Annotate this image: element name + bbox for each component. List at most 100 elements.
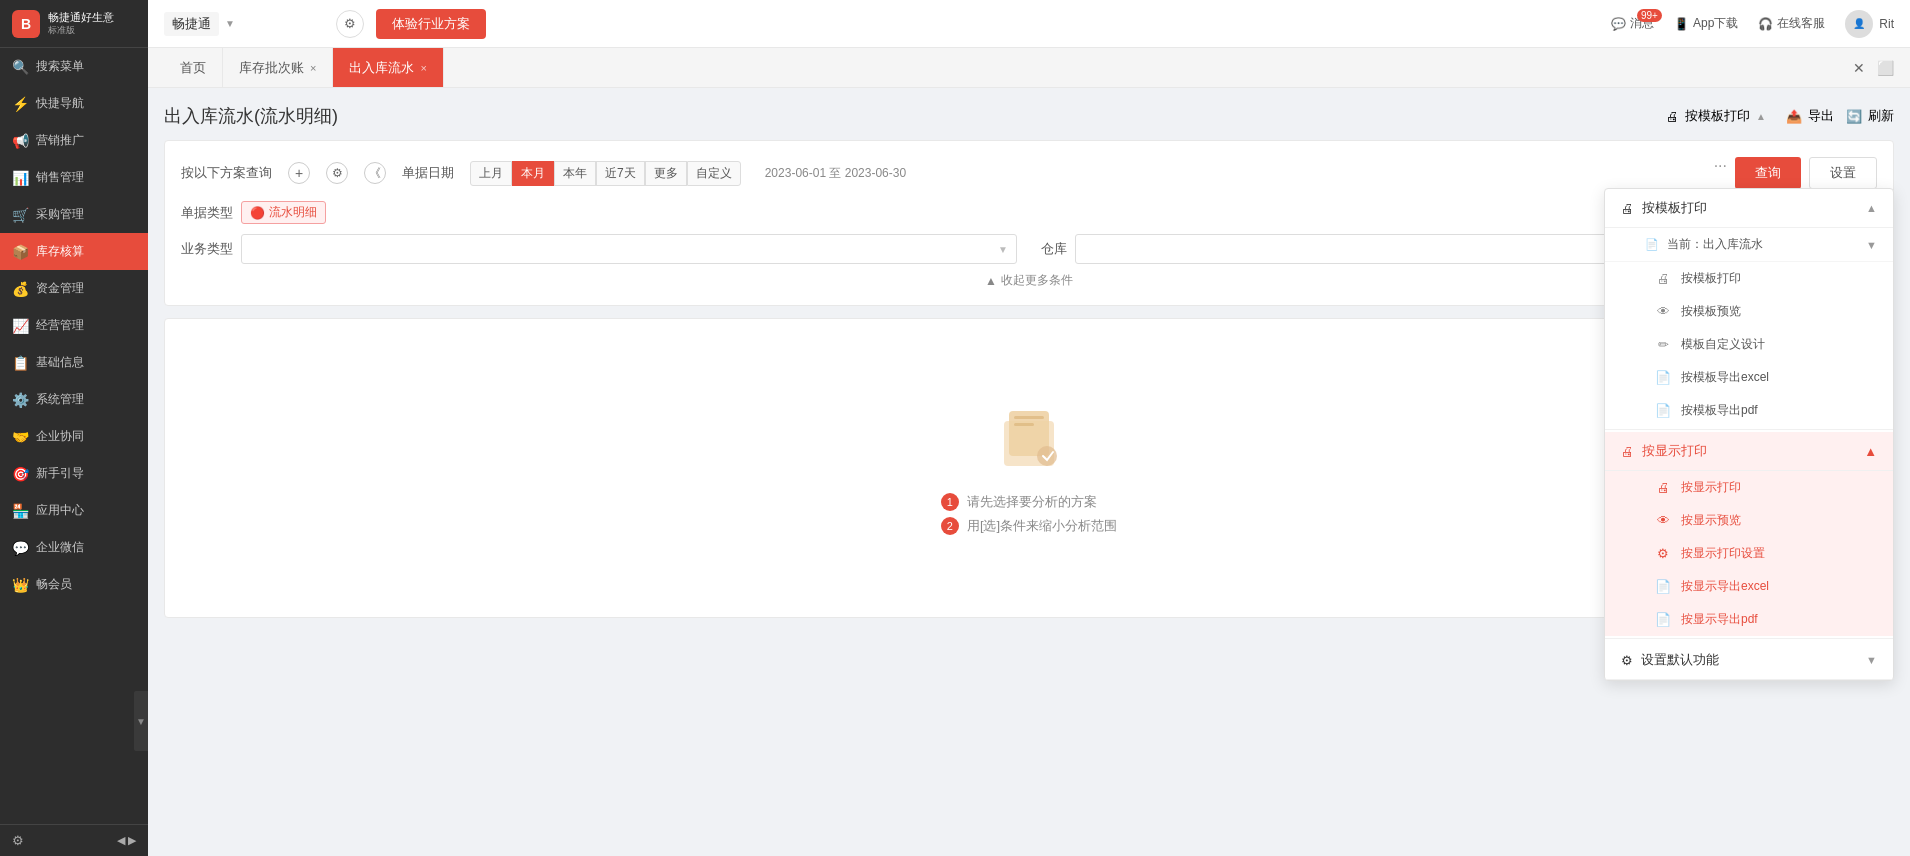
- dropdown-arrow-icon: ▲: [1756, 111, 1766, 122]
- tab-inventory-flow[interactable]: 出入库流水×: [333, 48, 443, 87]
- collapse-conditions-button[interactable]: ▲ 收起更多条件: [985, 272, 1073, 289]
- sidebar-item-system[interactable]: ⚙️ 系统管理: [0, 381, 148, 418]
- current-chevron: ▼: [1866, 239, 1877, 251]
- sidebar-item-search-menu[interactable]: 🔍 搜索菜单: [0, 48, 148, 85]
- display-print-label: 按显示打印: [1681, 479, 1741, 496]
- filter-business-type: 业务类型 ▼: [181, 234, 1017, 264]
- topbar-app-download-btn[interactable]: 📱 App下载: [1674, 15, 1738, 32]
- topbar-service-btn[interactable]: 🎧 在线客服: [1758, 15, 1825, 32]
- sidebar-item-beginner[interactable]: 🎯 新手引导: [0, 455, 148, 492]
- template-excel-label: 按模板导出excel: [1681, 369, 1769, 386]
- dropdown-item-display-pdf[interactable]: 📄 按显示导出pdf: [1605, 603, 1893, 636]
- sidebar-item-inventory[interactable]: 📦 库存核算: [0, 233, 148, 270]
- topbar-gear-icon[interactable]: ⚙: [336, 10, 364, 38]
- tab-inventory-batch[interactable]: 库存批次账 ×: [223, 48, 333, 87]
- export-label: 导出: [1808, 107, 1834, 125]
- sidebar-item-finance[interactable]: 💰 资金管理: [0, 270, 148, 307]
- dropdown-display-print-header[interactable]: 🖨 按显示打印 ▲: [1605, 432, 1893, 471]
- display-print-chevron: ▲: [1864, 444, 1877, 459]
- date-filter-btn-本月[interactable]: 本月: [512, 161, 554, 186]
- dropdown-item-template-pdf[interactable]: 📄 按模板导出pdf: [1605, 394, 1893, 427]
- dropdown-item-template-excel[interactable]: 📄 按模板导出excel: [1605, 361, 1893, 394]
- sidebar-icon-finance: 💰: [12, 281, 28, 297]
- sidebar-label-search-menu: 搜索菜单: [36, 58, 84, 75]
- topbar-dropdown-icon[interactable]: ▼: [225, 18, 235, 29]
- refresh-action[interactable]: 🔄 刷新: [1846, 107, 1894, 125]
- current-icon: 📄: [1645, 238, 1659, 251]
- industry-solution-button[interactable]: 体验行业方案: [376, 9, 486, 39]
- search-action-right: ··· 查询 设置: [1714, 157, 1877, 189]
- display-preview-label: 按显示预览: [1681, 512, 1741, 529]
- sidebar-label-appstore: 应用中心: [36, 502, 84, 519]
- add-condition-button[interactable]: +: [288, 162, 310, 184]
- empty-step-1: 1 请先选择要分析的方案: [941, 493, 1117, 511]
- dropdown-item-display-excel[interactable]: 📄 按显示导出excel: [1605, 570, 1893, 603]
- sidebar-item-wechat[interactable]: 💬 企业微信: [0, 529, 148, 566]
- sidebar-item-operation[interactable]: 📈 经营管理: [0, 307, 148, 344]
- default-settings-label: 设置默认功能: [1641, 651, 1719, 669]
- sidebar-item-basic[interactable]: 📋 基础信息: [0, 344, 148, 381]
- dropdown-header[interactable]: 🖨 按模板打印 ▲: [1605, 189, 1893, 228]
- dropdown-default-settings-header[interactable]: ⚙ 设置默认功能 ▼: [1605, 641, 1893, 680]
- topbar-message-btn[interactable]: 💬 消息 99+: [1611, 15, 1654, 32]
- business-type-input[interactable]: ▼: [241, 234, 1017, 264]
- sidebar-label-inventory: 库存核算: [36, 243, 84, 260]
- topbar-brand: 畅捷通 ▼: [164, 12, 324, 36]
- logo-text-line2: 标准版: [48, 24, 114, 37]
- tab-home[interactable]: 首页: [164, 48, 223, 87]
- sidebar-icon-operation: 📈: [12, 318, 28, 334]
- sidebar-icon-cooperation: 🤝: [12, 429, 28, 445]
- svg-point-4: [1037, 446, 1057, 466]
- date-filter-btn-上月[interactable]: 上月: [470, 161, 512, 186]
- search-collapse-button[interactable]: 《: [364, 162, 386, 184]
- sidebar-scroll-down[interactable]: ▼: [134, 691, 148, 751]
- sidebar-item-quick-nav[interactable]: ⚡ 快捷导航: [0, 85, 148, 122]
- date-filter-btn-更多[interactable]: 更多: [645, 161, 687, 186]
- user-avatar: 👤: [1845, 10, 1873, 38]
- query-button[interactable]: 查询: [1735, 157, 1801, 189]
- dropdown-item-template-preview[interactable]: 👁 按模板预览: [1605, 295, 1893, 328]
- date-filter-btn-本年[interactable]: 本年: [554, 161, 596, 186]
- app-download-label: App下载: [1693, 15, 1738, 32]
- sidebar-icon-search-menu: 🔍: [12, 59, 28, 75]
- sidebar-item-vip[interactable]: 👑 畅会员: [0, 566, 148, 603]
- dropdown-current-row[interactable]: 📄 当前：出入库流水 ▼: [1605, 228, 1893, 262]
- collapse-sidebar-icon[interactable]: ◀ ▶: [117, 834, 136, 847]
- filter-tag-value: 🔴 流水明细: [241, 201, 326, 224]
- template-preview-icon: 👁: [1655, 304, 1671, 319]
- action-dots[interactable]: ···: [1714, 157, 1727, 189]
- tab-close-inventory-flow[interactable]: ×: [420, 62, 426, 74]
- voucher-type-label: 单据类型: [181, 204, 233, 222]
- page-title: 出入库流水(流水明细): [164, 104, 338, 128]
- topbar-user[interactable]: 👤 Rit: [1845, 10, 1894, 38]
- tab-label-inventory-batch: 库存批次账: [239, 59, 304, 77]
- close-tab-button[interactable]: ✕: [1850, 59, 1868, 77]
- sidebar-label-purchase: 采购管理: [36, 206, 84, 223]
- sidebar-item-cooperation[interactable]: 🤝 企业协同: [0, 418, 148, 455]
- sidebar-item-purchase[interactable]: 🛒 采购管理: [0, 196, 148, 233]
- default-settings-chevron: ▼: [1866, 654, 1877, 666]
- sidebar-item-appstore[interactable]: 🏪 应用中心: [0, 492, 148, 529]
- template-excel-icon: 📄: [1655, 370, 1671, 385]
- date-filter-btn-近7天[interactable]: 近7天: [596, 161, 645, 186]
- search-settings-button[interactable]: ⚙: [326, 162, 348, 184]
- sidebar-item-marketing[interactable]: 📢 营销推广: [0, 122, 148, 159]
- template-print-action[interactable]: 🖨 按模板打印 ▲: [1666, 107, 1766, 125]
- dropdown-item-template-custom[interactable]: ✏ 模板自定义设计: [1605, 328, 1893, 361]
- export-action[interactable]: 📤 导出: [1786, 107, 1834, 125]
- dropdown-item-display-print-settings[interactable]: ⚙ 按显示打印设置: [1605, 537, 1893, 570]
- sidebar-icon-basic: 📋: [12, 355, 28, 371]
- date-filter-btn-自定义[interactable]: 自定义: [687, 161, 741, 186]
- settings-button[interactable]: 设置: [1809, 157, 1877, 189]
- svg-rect-2: [1014, 416, 1044, 419]
- sidebar-label-marketing: 营销推广: [36, 132, 84, 149]
- settings-icon[interactable]: ⚙: [12, 833, 24, 848]
- dropdown-item-display-preview[interactable]: 👁 按显示预览: [1605, 504, 1893, 537]
- maximize-button[interactable]: ⬜: [1876, 59, 1894, 77]
- tab-close-inventory-batch[interactable]: ×: [310, 62, 316, 74]
- sidebar-label-basic: 基础信息: [36, 354, 84, 371]
- dropdown-item-display-print[interactable]: 🖨 按显示打印: [1605, 471, 1893, 504]
- sidebar-item-sales[interactable]: 📊 销售管理: [0, 159, 148, 196]
- dropdown-item-template-print[interactable]: 🖨 按模板打印: [1605, 262, 1893, 295]
- export-icon: 📤: [1786, 109, 1802, 124]
